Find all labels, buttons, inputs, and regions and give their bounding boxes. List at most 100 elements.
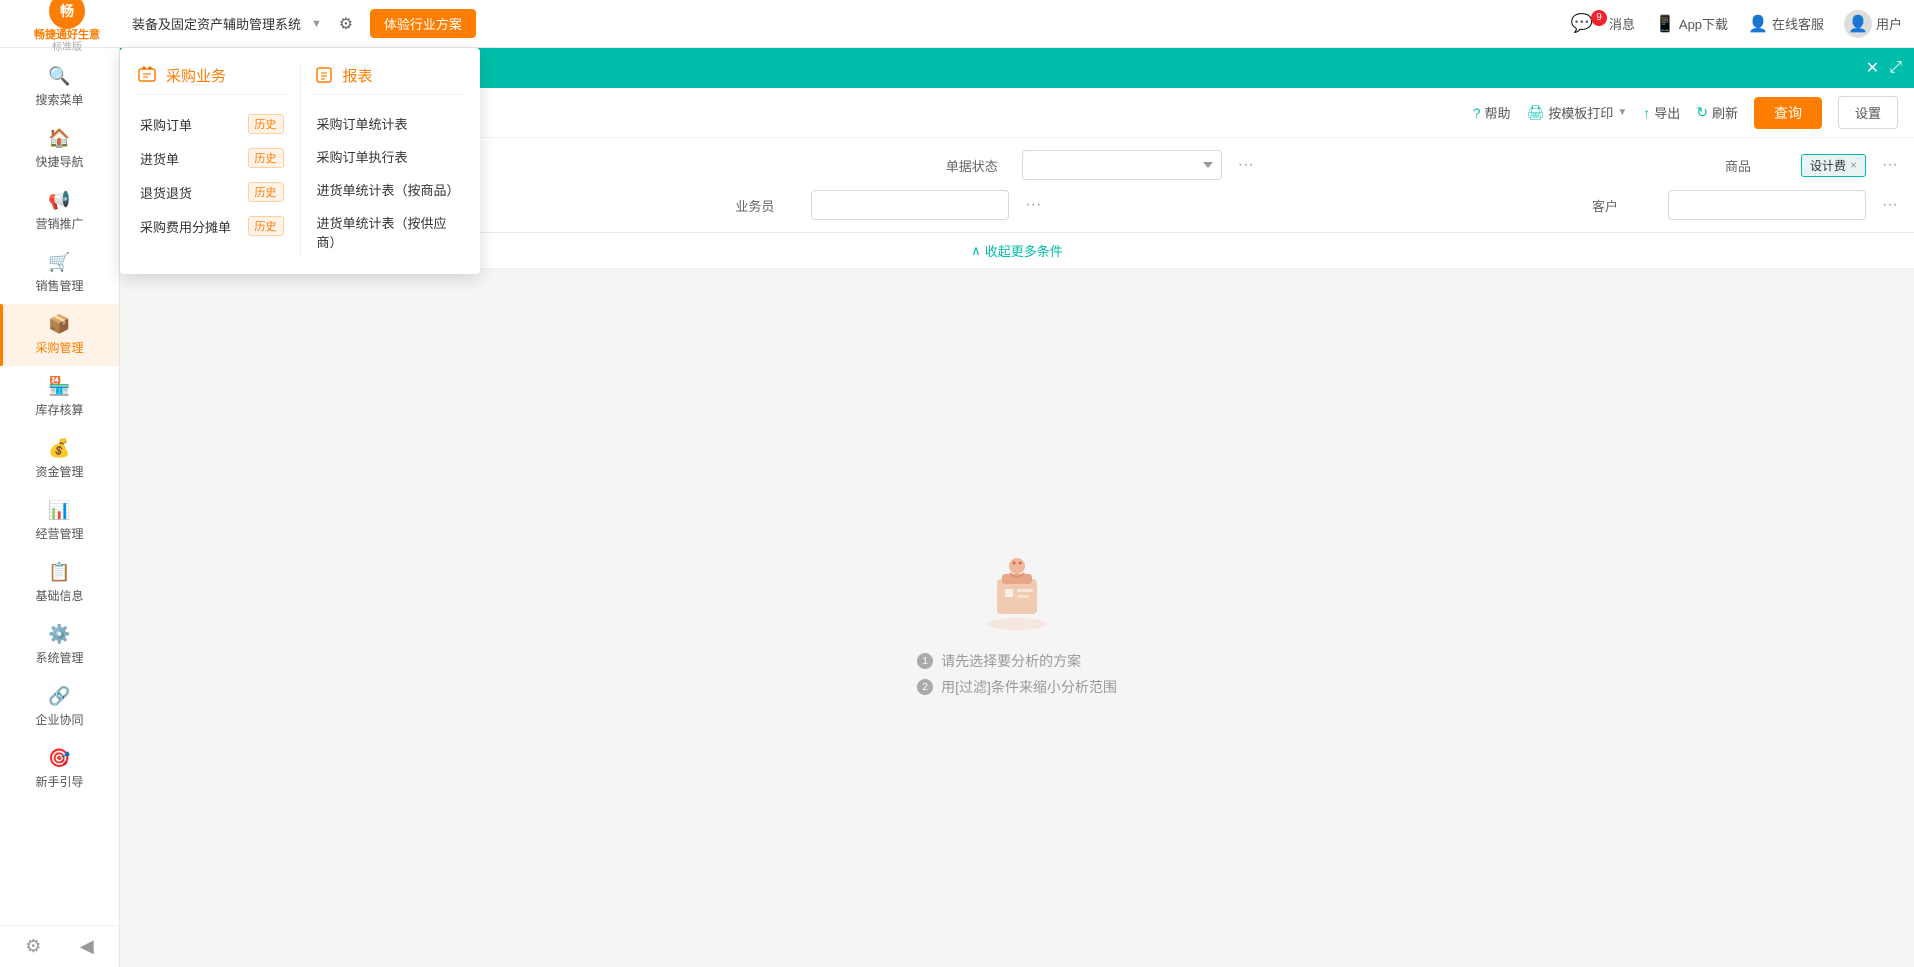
report-goods-by-product-label: 进货单统计表（按商品） bbox=[317, 180, 460, 199]
app-label: App下载 bbox=[1679, 14, 1728, 33]
empty-hint-2: 2 用[过滤]条件来缩小分析范围 bbox=[917, 677, 1117, 697]
refresh-button[interactable]: ↻ 刷新 bbox=[1696, 103, 1738, 122]
sidebar-item-marketing[interactable]: 📢 营销推广 bbox=[0, 180, 119, 242]
goods-more-icon[interactable]: ··· bbox=[1882, 156, 1898, 174]
dropdown-report-goods-by-supplier[interactable]: 进货单统计表（按供应商） bbox=[313, 206, 465, 258]
customer-input[interactable] bbox=[1668, 190, 1866, 220]
operations-icon: 📊 bbox=[48, 500, 70, 521]
tab-close-window-icon[interactable]: ✕ bbox=[1866, 58, 1879, 78]
dropdown-report-purchase-stats[interactable]: 采购订单统计表 bbox=[313, 107, 465, 140]
sidebar: 🔍 搜索菜单 🏠 快捷导航 📢 营销推广 🛒 销售管理 📦 采购管理 🏪 库存核… bbox=[0, 48, 120, 967]
salesperson-input[interactable] bbox=[811, 190, 1009, 220]
customer-more-icon[interactable]: ··· bbox=[1882, 196, 1898, 214]
logo-subtitle: 标准版 bbox=[34, 42, 100, 54]
inventory-icon: 🏪 bbox=[48, 376, 70, 397]
sidebar-item-inventory[interactable]: 🏪 库存核算 bbox=[0, 366, 119, 428]
hint-2-icon: 2 bbox=[917, 679, 933, 695]
sidebar-label-search: 搜索菜单 bbox=[35, 91, 83, 108]
message-button[interactable]: 💬 9 消息 bbox=[1571, 13, 1635, 34]
sidebar-item-purchase[interactable]: 📦 采购管理 bbox=[0, 304, 119, 366]
sidebar-label-basic-info: 基础信息 bbox=[35, 587, 83, 604]
empty-illustration bbox=[967, 539, 1067, 639]
svg-text:畅: 畅 bbox=[60, 3, 74, 19]
system-arrow-icon[interactable]: ▼ bbox=[311, 18, 322, 30]
message-icon: 💬 bbox=[1571, 13, 1593, 34]
dropdown-report-title: 报表 bbox=[313, 64, 465, 95]
app-download-button[interactable]: 📱 App下载 bbox=[1655, 14, 1728, 34]
dropdown-divider bbox=[300, 64, 301, 258]
tab-fullscreen-icon[interactable]: ⤢ bbox=[1889, 59, 1902, 77]
goods-tag-close-icon[interactable]: × bbox=[1850, 158, 1857, 172]
customer-label: 客户 bbox=[1592, 196, 1652, 215]
report-icon-svg bbox=[314, 65, 334, 85]
system-title: 装备及固定资产辅助管理系统 bbox=[132, 14, 301, 33]
app-icon: 📱 bbox=[1655, 14, 1675, 34]
print-template-button[interactable]: 🖨 按模板打印 ▼ bbox=[1527, 103, 1628, 122]
sidebar-item-quick-nav[interactable]: 🏠 快捷导航 bbox=[0, 118, 119, 180]
experience-button[interactable]: 体验行业方案 bbox=[370, 9, 476, 38]
sidebar-settings-button[interactable]: ⚙ bbox=[25, 936, 41, 957]
purchase-col-title-text: 采购业务 bbox=[166, 65, 226, 86]
sidebar-item-operations[interactable]: 📊 经营管理 bbox=[0, 490, 119, 552]
topbar-right: 💬 9 消息 📱 App下载 👤 在线客服 👤 用户 bbox=[1571, 10, 1902, 38]
doc-status-select-wrap bbox=[1022, 150, 1222, 180]
doc-status-select[interactable] bbox=[1022, 150, 1222, 180]
online-service-button[interactable]: 👤 在线客服 bbox=[1748, 14, 1824, 34]
print-dropdown-icon: ▼ bbox=[1617, 107, 1627, 118]
goods-return-label: 退货退货 bbox=[140, 183, 192, 202]
collapse-label: 收起更多条件 bbox=[985, 241, 1063, 260]
settings-icon[interactable]: ⚙ bbox=[332, 10, 360, 38]
dropdown-goods-receipt[interactable]: 进货单 历史 bbox=[136, 141, 288, 175]
doc-status-label: 单据状态 bbox=[946, 156, 1006, 175]
sidebar-label-sales: 销售管理 bbox=[35, 277, 83, 294]
purchase-order-badge: 历史 bbox=[248, 114, 284, 134]
sidebar-label-operations: 经营管理 bbox=[35, 525, 83, 542]
export-button[interactable]: ↑ 导出 bbox=[1643, 103, 1680, 122]
sidebar-collapse-button[interactable]: ◀ bbox=[80, 936, 94, 957]
query-button[interactable]: 查询 bbox=[1754, 97, 1822, 129]
system-icon: ⚙️ bbox=[48, 624, 70, 645]
dropdown-purchase-col: 采购业务 采购订单 历史 进货单 历史 退货退货 历史 采购费用分摊单 历史 bbox=[136, 64, 288, 258]
dropdown-goods-return[interactable]: 退货退货 历史 bbox=[136, 175, 288, 209]
sidebar-item-sales[interactable]: 🛒 销售管理 bbox=[0, 242, 119, 304]
sidebar-item-search[interactable]: 🔍 搜索菜单 bbox=[0, 56, 119, 118]
service-icon: 👤 bbox=[1748, 14, 1768, 34]
export-label: 导出 bbox=[1654, 103, 1680, 122]
purchase-col-icon bbox=[136, 64, 158, 86]
sidebar-item-basic-info[interactable]: 📋 基础信息 bbox=[0, 552, 119, 614]
report-col-title-text: 报表 bbox=[343, 65, 373, 86]
help-button[interactable]: ? 帮助 bbox=[1473, 103, 1511, 122]
report-col-icon bbox=[313, 64, 335, 86]
finance-icon: 💰 bbox=[48, 438, 70, 459]
home-icon: 🏠 bbox=[48, 128, 70, 149]
dropdown-purchase-order[interactable]: 采购订单 历史 bbox=[136, 107, 288, 141]
empty-state: 1 请先选择要分析的方案 2 用[过滤]条件来缩小分析范围 bbox=[120, 269, 1914, 967]
sidebar-label-system: 系统管理 bbox=[35, 649, 83, 666]
sidebar-item-system[interactable]: ⚙️ 系统管理 bbox=[0, 614, 119, 676]
goods-receipt-badge: 历史 bbox=[248, 148, 284, 168]
goods-tag: 设计费 × bbox=[1801, 154, 1866, 177]
sidebar-item-enterprise[interactable]: 🔗 企业协同 bbox=[0, 676, 119, 738]
sidebar-item-finance[interactable]: 💰 资金管理 bbox=[0, 428, 119, 490]
tab-bar-actions: ✕ ⤢ bbox=[1866, 58, 1914, 78]
setting-button[interactable]: 设置 bbox=[1838, 96, 1898, 129]
dropdown-report-goods-by-product[interactable]: 进货单统计表（按商品） bbox=[313, 173, 465, 206]
user-avatar-button[interactable]: 👤 用户 bbox=[1844, 10, 1902, 38]
report-purchase-stats-label: 采购订单统计表 bbox=[317, 114, 408, 133]
sidebar-item-guide[interactable]: 🎯 新手引导 bbox=[0, 738, 119, 800]
sales-icon: 🛒 bbox=[48, 252, 70, 273]
dropdown-report-purchase-exec[interactable]: 采购订单执行表 bbox=[313, 140, 465, 173]
topbar: 畅 畅捷通好生意 标准版 装备及固定资产辅助管理系统 ▼ ⚙ 体验行业方案 💬 … bbox=[0, 0, 1914, 48]
dropdown-columns: 采购业务 采购订单 历史 进货单 历史 退货退货 历史 采购费用分摊单 历史 bbox=[136, 64, 464, 258]
dropdown-report-col: 报表 采购订单统计表 采购订单执行表 进货单统计表（按商品） 进货单统计表（按供… bbox=[313, 64, 465, 258]
sidebar-label-finance: 资金管理 bbox=[35, 463, 83, 480]
salesperson-more-icon[interactable]: ··· bbox=[1025, 196, 1041, 214]
doc-status-more-icon[interactable]: ··· bbox=[1238, 156, 1254, 174]
purchase-expense-badge: 历史 bbox=[248, 216, 284, 236]
guide-icon: 🎯 bbox=[48, 748, 70, 769]
hint-1-icon: 1 bbox=[917, 653, 933, 669]
report-goods-by-supplier-label: 进货单统计表（按供应商） bbox=[317, 213, 461, 251]
dropdown-purchase-expense[interactable]: 采购费用分摊单 历史 bbox=[136, 209, 288, 243]
search-icon: 🔍 bbox=[48, 66, 70, 87]
system-info: 装备及固定资产辅助管理系统 ▼ ⚙ 体验行业方案 bbox=[122, 9, 1571, 38]
